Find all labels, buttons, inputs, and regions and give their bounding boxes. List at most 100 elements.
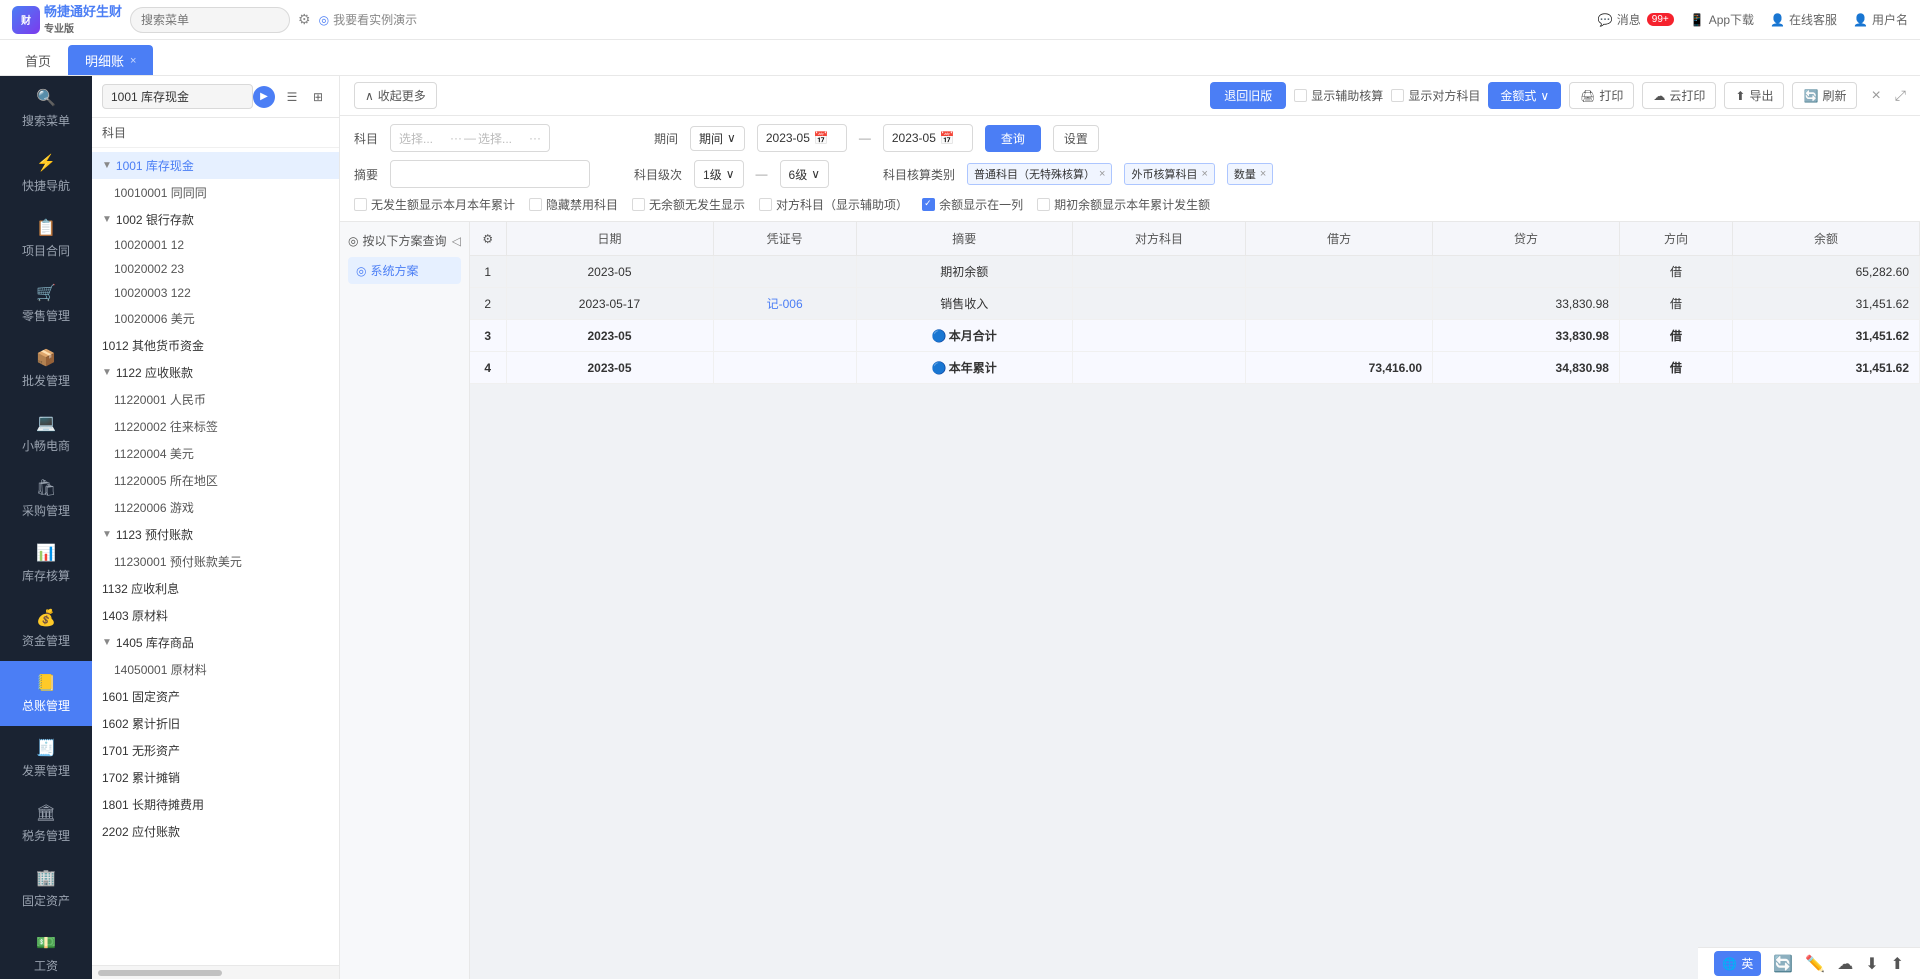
option-no-balance-show-checkbox[interactable] — [632, 198, 645, 211]
tree-item-11220004[interactable]: 11220004 美元 — [92, 440, 339, 467]
tree-item-1002[interactable]: ▼ 1002 银行存款 — [92, 206, 339, 233]
option-init-balance-checkbox[interactable] — [1037, 198, 1050, 211]
tree-item-1403[interactable]: 1403 原材料 — [92, 602, 339, 629]
lang-switch-btn[interactable]: 🌐 英 — [1714, 951, 1761, 976]
tree-item-10020006[interactable]: 10020006 美元 — [92, 305, 339, 332]
tree-expand-icon[interactable]: ⊞ — [307, 86, 329, 108]
tree-item-1132[interactable]: 1132 应收利息 — [92, 575, 339, 602]
subject-more-btn[interactable]: ··· — [450, 131, 462, 145]
tree-item-14050001[interactable]: 14050001 原材料 — [92, 656, 339, 683]
format-dropdown-btn[interactable]: 金额式 ∨ — [1488, 82, 1561, 109]
tree-item-11220001[interactable]: 11220001 人民币 — [92, 386, 339, 413]
tree-item-1701[interactable]: 1701 无形资产 — [92, 737, 339, 764]
sidebar-item-wholesale[interactable]: 📦 批发管理 — [0, 336, 92, 401]
option-balance-one-col[interactable]: 余额显示在一列 — [922, 196, 1023, 213]
tree-item-10020003[interactable]: 10020003 122 — [92, 281, 339, 305]
account-filter[interactable]: 1001 库存现金 — [102, 84, 253, 109]
period-start-input[interactable]: 2023-05 📅 — [757, 124, 847, 152]
close-btn[interactable]: × — [1865, 85, 1886, 107]
query-btn[interactable]: 查询 — [985, 125, 1041, 152]
tree-scrollbar[interactable] — [92, 965, 339, 979]
tree-item-1012[interactable]: 1012 其他货币资金 — [92, 332, 339, 359]
tree-item-1122[interactable]: ▼ 1122 应收账款 — [92, 359, 339, 386]
bottom-edit-icon[interactable]: ✏️ — [1805, 954, 1825, 974]
option-opposite-subject[interactable]: 对方科目（显示辅助项） — [759, 196, 908, 213]
tree-item-10020002[interactable]: 10020002 23 — [92, 257, 339, 281]
sidebar-item-quicknav[interactable]: ⚡ 快捷导航 — [0, 141, 92, 206]
type-quantity-remove-btn[interactable]: × — [1260, 168, 1266, 180]
option-hide-disabled[interactable]: 隐藏禁用科目 — [529, 196, 618, 213]
option-opposite-checkbox[interactable] — [759, 198, 772, 211]
tree-item-1702[interactable]: 1702 累计摊销 — [92, 764, 339, 791]
fullscreen-btn[interactable]: ⤢ — [1895, 87, 1906, 104]
tree-item-11220002[interactable]: 11220002 往来标签 — [92, 413, 339, 440]
period-type-select[interactable]: 期间 ∨ — [690, 126, 745, 151]
sidebar-item-ecommerce[interactable]: 💻 小畅电商 — [0, 401, 92, 466]
print-btn[interactable]: 🖨 打印 — [1569, 82, 1634, 109]
tree-item-10020001[interactable]: 10020001 12 — [92, 233, 339, 257]
option-balance-one-col-checkbox[interactable] — [922, 198, 935, 211]
sidebar-item-tax[interactable]: 🏛 税务管理 — [0, 791, 92, 856]
tab-home[interactable]: 首页 — [8, 45, 68, 75]
level-start-select[interactable]: 1级 ∨ — [694, 160, 743, 188]
query-panel-collapse[interactable]: ◁ — [452, 234, 461, 248]
option-hide-disabled-checkbox[interactable] — [529, 198, 542, 211]
bottom-cloud-icon[interactable]: ☁ — [1837, 954, 1853, 974]
refresh-btn[interactable]: 🔄 刷新 — [1792, 82, 1857, 109]
type-normal-remove-btn[interactable]: × — [1099, 168, 1105, 180]
sidebar-item-inventory[interactable]: 📊 库存核算 — [0, 531, 92, 596]
tree-item-10010001[interactable]: 10010001 同同同 — [92, 179, 339, 206]
option-no-balance-checkbox[interactable] — [354, 198, 367, 211]
sidebar-item-project[interactable]: 📋 项目合同 — [0, 206, 92, 271]
sidebar-item-salary[interactable]: 💵 工资 — [0, 921, 92, 979]
voucher-link[interactable]: 记-006 — [767, 297, 803, 311]
tree-item-1405[interactable]: ▼ 1405 库存商品 — [92, 629, 339, 656]
tree-item-1601[interactable]: 1601 固定资产 — [92, 683, 339, 710]
back-old-version-btn[interactable]: 退回旧版 — [1210, 82, 1286, 109]
tree-item-2202[interactable]: 2202 应付账款 — [92, 818, 339, 845]
bottom-refresh-icon[interactable]: 🔄 — [1773, 954, 1793, 974]
sidebar-item-assets[interactable]: 🏢 固定资产 — [0, 856, 92, 921]
type-foreign-remove-btn[interactable]: × — [1201, 168, 1207, 180]
sidebar-item-finance[interactable]: 💰 资金管理 — [0, 596, 92, 661]
cloud-print-btn[interactable]: ☁ 云打印 — [1642, 82, 1716, 109]
sidebar-item-ledger[interactable]: 📒 总账管理 — [0, 661, 92, 726]
show-aux-checkbox[interactable]: 显示辅助核算 — [1294, 87, 1383, 104]
expand-btn[interactable]: ∧ 收起更多 — [354, 82, 437, 109]
level-end-select[interactable]: 6级 ∨ — [780, 160, 829, 188]
sidebar-item-retail[interactable]: 🛒 零售管理 — [0, 271, 92, 336]
col-settings[interactable]: ⚙ — [470, 222, 506, 256]
bottom-upload-icon[interactable]: ⬆ — [1891, 954, 1904, 974]
tree-item-1001[interactable]: ▼ 1001 库存现金 — [92, 152, 339, 179]
subject-more-btn2[interactable]: ··· — [529, 131, 541, 145]
option-init-balance[interactable]: 期初余额显示本年累计发生额 — [1037, 196, 1210, 213]
show-opposite-checkbox-input[interactable] — [1391, 89, 1404, 102]
tree-item-1602[interactable]: 1602 累计折旧 — [92, 710, 339, 737]
demo-link[interactable]: ◎ 我要看实例演示 — [319, 11, 418, 28]
online-service-btn[interactable]: 👤 在线客服 — [1770, 11, 1837, 28]
user-avatar[interactable]: 👤 用户名 — [1853, 11, 1908, 28]
tree-item-11230001[interactable]: 11230001 预付账款美元 — [92, 548, 339, 575]
tree-item-11220006[interactable]: 11220006 游戏 — [92, 494, 339, 521]
option-no-balance[interactable]: 无发生额显示本月本年累计 — [354, 196, 515, 213]
app-download-btn[interactable]: 📱 App下载 — [1690, 11, 1754, 28]
summary-input[interactable] — [390, 160, 590, 188]
sidebar-item-purchase[interactable]: 🛍 采购管理 — [0, 466, 92, 531]
settings-btn[interactable]: 设置 — [1053, 125, 1099, 152]
export-btn[interactable]: ⬆ 导出 — [1724, 82, 1784, 109]
account-nav-arrow[interactable]: ▶ — [253, 86, 275, 108]
message-btn[interactable]: 💬 消息 99+ — [1598, 11, 1674, 28]
settings-icon[interactable]: ⚙ — [298, 11, 311, 28]
option-no-balance-show[interactable]: 无余额无发生显示 — [632, 196, 745, 213]
tree-item-11220005[interactable]: 11220005 所在地区 — [92, 467, 339, 494]
tab-detail[interactable]: 明细账 × — [68, 45, 153, 75]
subject-input[interactable]: 选择... ··· — 选择... ··· — [390, 124, 550, 152]
tree-list-icon[interactable]: ☰ — [281, 86, 303, 108]
row2-voucher[interactable]: 记-006 — [713, 288, 856, 320]
system-scheme-btn[interactable]: ◎ 系统方案 — [348, 257, 461, 284]
bottom-download-icon[interactable]: ⬇ — [1865, 954, 1878, 974]
tree-item-1801[interactable]: 1801 长期待摊费用 — [92, 791, 339, 818]
tree-item-1123[interactable]: ▼ 1123 预付账款 — [92, 521, 339, 548]
search-input[interactable] — [130, 7, 290, 33]
sidebar-item-search[interactable]: 🔍 搜索菜单 — [0, 76, 92, 141]
